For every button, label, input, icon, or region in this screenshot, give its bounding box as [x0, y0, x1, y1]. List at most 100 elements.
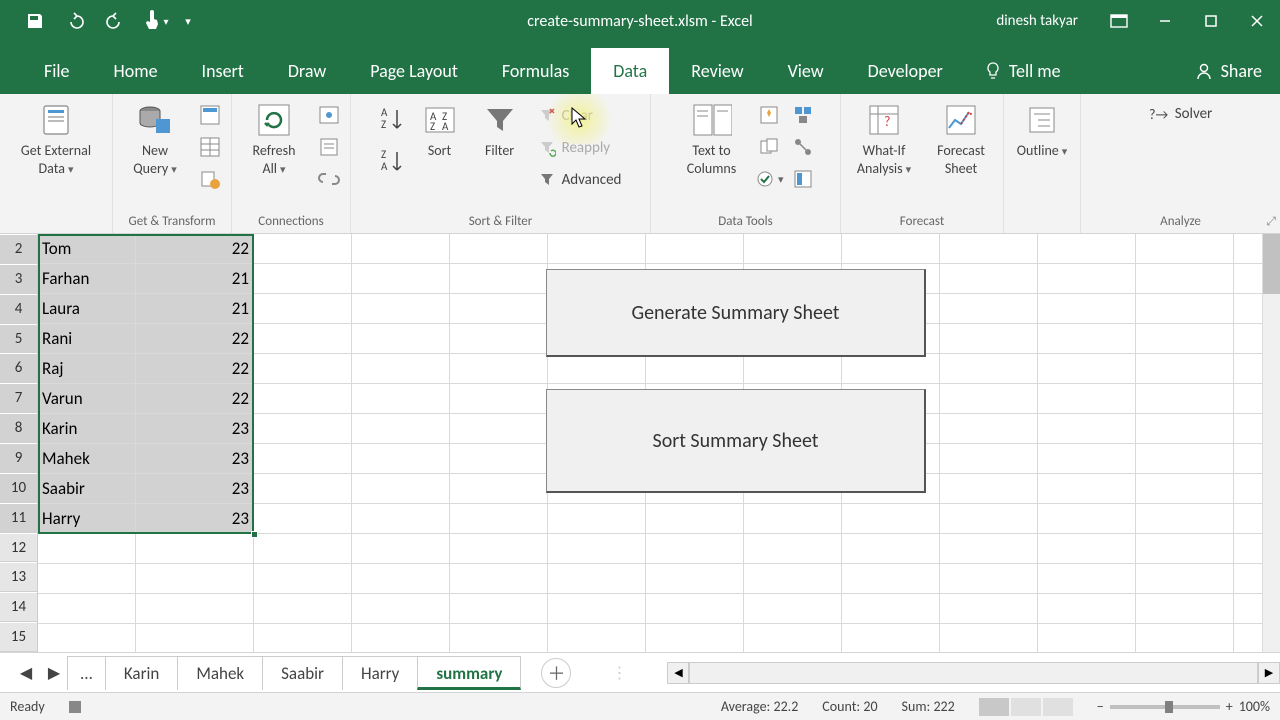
row-header[interactable]: 10 [0, 473, 37, 503]
cell[interactable] [254, 264, 352, 294]
add-sheet-button[interactable]: ＋ [541, 658, 571, 688]
cell[interactable] [254, 474, 352, 504]
cell[interactable]: Raj [38, 354, 136, 384]
redo-button[interactable] [98, 4, 132, 38]
horizontal-scrollbar[interactable]: ◀ ▶ [667, 662, 1280, 684]
consolidate-button[interactable] [788, 100, 818, 130]
cell[interactable] [1136, 234, 1234, 264]
tab-file[interactable]: File [22, 48, 92, 94]
generate-summary-button[interactable]: Generate Summary Sheet [546, 269, 926, 357]
cell[interactable] [1038, 504, 1136, 534]
cell[interactable] [352, 384, 450, 414]
cell[interactable] [548, 534, 646, 564]
user-name[interactable]: dinesh takyar [978, 12, 1096, 30]
cell[interactable] [254, 594, 352, 624]
cell[interactable] [450, 624, 548, 652]
cell[interactable] [450, 564, 548, 594]
sheet-tab-summary[interactable]: summary [417, 656, 521, 690]
cell[interactable] [548, 624, 646, 652]
cell[interactable] [646, 234, 744, 264]
tab-home[interactable]: Home [92, 48, 180, 94]
tab-developer[interactable]: Developer [846, 48, 965, 94]
flash-fill-button[interactable] [754, 100, 784, 130]
close-button[interactable] [1234, 0, 1280, 42]
touch-mode-button[interactable]: ▾ [138, 4, 172, 38]
cell[interactable] [1038, 324, 1136, 354]
cell[interactable] [1136, 444, 1234, 474]
zoom-out[interactable]: − [1097, 698, 1104, 715]
remove-duplicates-button[interactable] [754, 132, 784, 162]
row-header[interactable]: 4 [0, 294, 37, 324]
cell[interactable] [940, 564, 1038, 594]
cell[interactable] [744, 534, 842, 564]
from-table-button[interactable] [195, 132, 225, 162]
cell[interactable] [450, 324, 548, 354]
show-queries-button[interactable] [195, 100, 225, 130]
cell[interactable] [38, 534, 136, 564]
vertical-scrollbar[interactable] [1262, 234, 1280, 652]
cell[interactable] [450, 384, 548, 414]
cell[interactable] [940, 234, 1038, 264]
cell[interactable] [352, 324, 450, 354]
cell[interactable] [254, 534, 352, 564]
cell[interactable] [450, 264, 548, 294]
sort-descending-button[interactable]: ZA [374, 142, 408, 182]
zoom-control[interactable]: − + 100% [1097, 698, 1270, 715]
cell[interactable] [940, 444, 1038, 474]
tab-view[interactable]: View [766, 48, 846, 94]
tell-me[interactable]: Tell me [965, 48, 1081, 94]
cell[interactable] [1136, 354, 1234, 384]
cell[interactable] [254, 294, 352, 324]
cell[interactable] [38, 594, 136, 624]
cell[interactable] [254, 384, 352, 414]
zoom-in[interactable]: + [1226, 698, 1233, 715]
cell[interactable]: 23 [136, 504, 254, 534]
cell[interactable] [450, 534, 548, 564]
cell[interactable] [940, 534, 1038, 564]
cell[interactable] [352, 504, 450, 534]
view-page-break[interactable] [1043, 698, 1073, 716]
cell[interactable] [1136, 564, 1234, 594]
cell[interactable] [352, 594, 450, 624]
tab-data[interactable]: Data [591, 48, 669, 94]
row-header[interactable]: 9 [0, 443, 37, 473]
cell[interactable] [1136, 624, 1234, 652]
cell[interactable]: Tom [38, 234, 136, 264]
cell[interactable] [352, 564, 450, 594]
advanced-filter-button[interactable]: Advanced [532, 164, 628, 196]
cell[interactable] [1038, 354, 1136, 384]
cell[interactable]: Harry [38, 504, 136, 534]
cell[interactable] [352, 354, 450, 384]
row-header[interactable]: 2 [0, 234, 37, 264]
cell[interactable] [136, 594, 254, 624]
share-button[interactable]: Share [1183, 48, 1280, 94]
cell[interactable] [646, 564, 744, 594]
cell[interactable]: Laura [38, 294, 136, 324]
cell[interactable] [254, 444, 352, 474]
cell[interactable] [38, 624, 136, 652]
row-header[interactable]: 12 [0, 533, 37, 563]
cell[interactable] [646, 624, 744, 652]
cell[interactable] [1038, 474, 1136, 504]
sheet-tab-harry[interactable]: Harry [342, 656, 418, 690]
cell[interactable] [1038, 414, 1136, 444]
cell[interactable]: 22 [136, 384, 254, 414]
cell[interactable]: Karin [38, 414, 136, 444]
cell[interactable] [1038, 444, 1136, 474]
cell[interactable] [548, 564, 646, 594]
fill-handle[interactable] [251, 531, 258, 538]
row-header[interactable]: 8 [0, 413, 37, 443]
cell[interactable] [1136, 264, 1234, 294]
cell[interactable] [352, 534, 450, 564]
zoom-level[interactable]: 100% [1239, 698, 1270, 715]
row-header[interactable]: 11 [0, 503, 37, 533]
cell[interactable] [646, 534, 744, 564]
cell[interactable] [352, 294, 450, 324]
cell[interactable] [548, 234, 646, 264]
cell[interactable] [1136, 414, 1234, 444]
relationships-button[interactable] [788, 132, 818, 162]
cell[interactable] [38, 564, 136, 594]
row-header[interactable]: 3 [0, 264, 37, 294]
cell[interactable] [1136, 384, 1234, 414]
cell[interactable] [136, 564, 254, 594]
